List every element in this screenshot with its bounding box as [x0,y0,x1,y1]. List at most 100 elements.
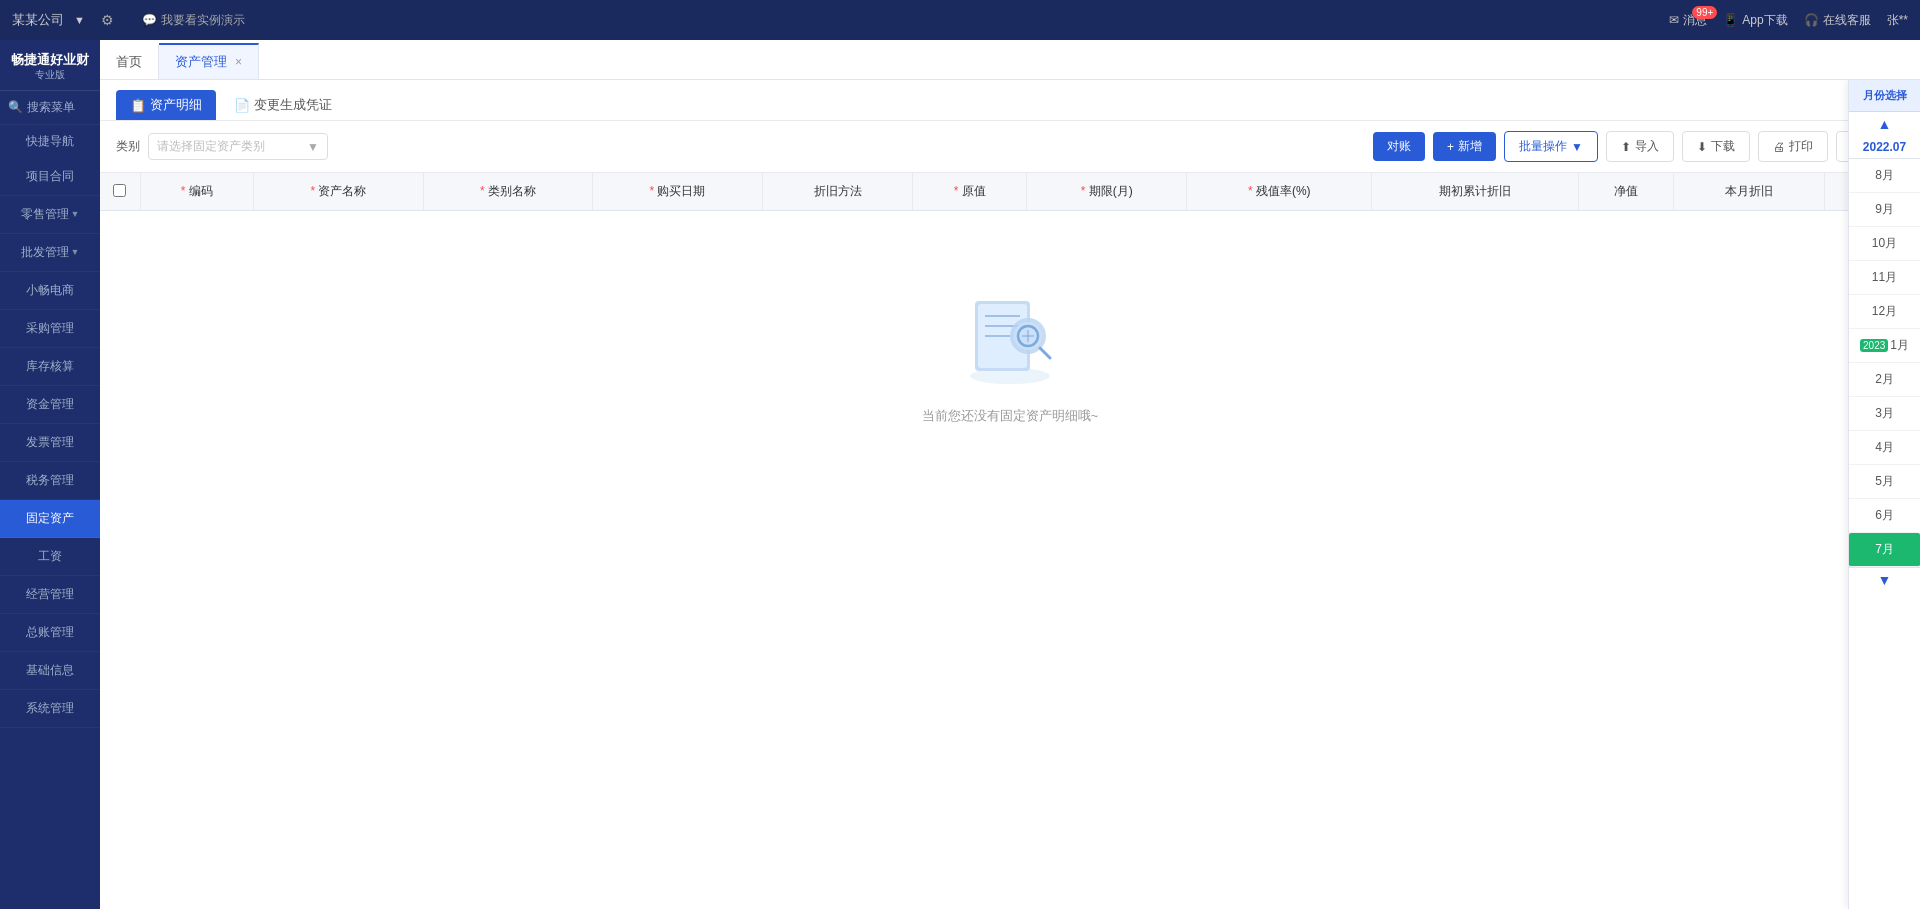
current-year-display: 2022.07 [1849,136,1920,159]
sub-tab-bar: 📋 资产明细 📄 变更生成凭证 [100,80,1920,121]
add-icon: + [1447,140,1454,154]
sidebar-item-basic[interactable]: 基础信息 [0,652,100,690]
sidebar-item-inventory[interactable]: 库存核算 [0,348,100,386]
sidebar-item-label-retail: 零售管理 [21,206,69,223]
sub-tab-voucher-icon: 📄 [234,98,250,113]
quick-nav-button[interactable]: 快捷导航 [0,125,100,158]
sidebar-item-label-operations: 经营管理 [26,586,74,603]
main-layout: 畅捷通好业财 专业版 🔍 搜索菜单 快捷导航 项目合同零售管理▼批发管理▼小畅电… [0,40,1920,909]
print-button[interactable]: 🖨 打印 [1758,131,1828,162]
select-all-checkbox[interactable] [113,184,126,197]
empty-illustration [950,271,1070,391]
top-bar-right: ✉ 消息 99+ 📱 App下载 🎧 在线客服 张** [1669,12,1908,29]
sidebar-item-wholesale[interactable]: 批发管理▼ [0,234,100,272]
import-label: 导入 [1635,138,1659,155]
sidebar-item-tax[interactable]: 税务管理 [0,462,100,500]
asset-table: * 编码 * 资产名称 * 类别名称 * 购买日期 折旧方法 * 原值 * 期限… [100,173,1920,211]
month-item-8[interactable]: 8月 [1849,159,1920,193]
company-dropdown-icon[interactable]: ▼ [74,14,85,26]
sidebar-item-label-system: 系统管理 [26,700,74,717]
col-depreciation-method: 折旧方法 [762,173,913,211]
month-item-4[interactable]: 4月 [1849,431,1920,465]
toolbar-right: 对账 + 新增 批量操作 ▼ ⬆ 导入 ⬇ 下载 [1373,131,1904,162]
tab-label: 资产管理 [175,53,227,71]
sub-tab-voucher-label: 变更生成凭证 [254,96,332,114]
category-label: 类别 [116,138,140,155]
service-label: 在线客服 [1823,12,1871,29]
demo-link[interactable]: 💬 我要看实例演示 [142,12,245,29]
batch-operation-button[interactable]: 批量操作 ▼ [1504,131,1598,162]
col-period: * 期限(月) [1027,173,1187,211]
tab-close-icon[interactable]: × [235,55,242,69]
category-select[interactable]: 请选择固定资产类别 ▼ [148,133,328,160]
import-button[interactable]: ⬆ 导入 [1606,131,1674,162]
demo-label: 我要看实例演示 [161,12,245,29]
month-item-10[interactable]: 10月 [1849,227,1920,261]
download-button[interactable]: ⬇ 下载 [1682,131,1750,162]
sidebar-item-project[interactable]: 项目合同 [0,158,100,196]
sidebar-item-finance[interactable]: 资金管理 [0,386,100,424]
month-item-12[interactable]: 12月 [1849,295,1920,329]
sidebar-item-label-ecommerce: 小畅电商 [26,282,74,299]
arrow-icon: ▼ [71,209,80,219]
col-category: * 类别名称 [423,173,592,211]
content-area: 首页 资产管理 × 📋 资产明细 📄 变更生成凭证 [100,40,1920,909]
month-item-5[interactable]: 5月 [1849,465,1920,499]
print-icon: 🖨 [1773,140,1785,154]
sidebar-item-salary[interactable]: 工资 [0,538,100,576]
sidebar-item-system[interactable]: 系统管理 [0,690,100,728]
col-accumulated: 期初累计折旧 [1372,173,1579,211]
month-item-6[interactable]: 6月 [1849,499,1920,533]
month-item-2[interactable]: 2月 [1849,363,1920,397]
sidebar-item-label-purchase: 采购管理 [26,320,74,337]
toolbar-left: 类别 请选择固定资产类别 ▼ [116,133,328,160]
add-button[interactable]: + 新增 [1433,132,1496,161]
sub-tab-voucher[interactable]: 📄 变更生成凭证 [220,90,346,120]
month-nav-down-button[interactable]: ▼ [1878,572,1892,588]
app-edition: 专业版 [8,68,92,82]
sidebar-item-purchase[interactable]: 采购管理 [0,310,100,348]
month-nav-up: ▲ [1849,112,1920,136]
sidebar: 畅捷通好业财 专业版 🔍 搜索菜单 快捷导航 项目合同零售管理▼批发管理▼小畅电… [0,40,100,909]
sidebar-item-ledger[interactable]: 总账管理 [0,614,100,652]
tab-asset-management[interactable]: 资产管理 × [159,43,259,79]
month-nav-up-button[interactable]: ▲ [1878,116,1892,132]
import-icon: ⬆ [1621,140,1631,154]
sidebar-item-label-basic: 基础信息 [26,662,74,679]
sidebar-brand: 畅捷通好业财 专业版 [0,40,100,91]
sub-tab-detail-label: 资产明细 [150,96,202,114]
month-selector-header: 月份选择 [1849,80,1920,112]
batch-label: 批量操作 [1519,138,1567,155]
sidebar-item-operations[interactable]: 经营管理 [0,576,100,614]
arrow-icon: ▼ [71,247,80,257]
sidebar-item-ecommerce[interactable]: 小畅电商 [0,272,100,310]
search-icon: 🔍 [8,100,23,114]
month-item-1[interactable]: 20231月 [1849,329,1920,363]
empty-state: 当前您还没有固定资产明细哦~ [100,211,1920,465]
batch-arrow-icon: ▼ [1571,140,1583,154]
month-item-3[interactable]: 3月 [1849,397,1920,431]
sidebar-item-fixed_assets[interactable]: 固定资产 [0,500,100,538]
sidebar-item-invoice[interactable]: 发票管理 [0,424,100,462]
month-item-9[interactable]: 9月 [1849,193,1920,227]
month-selector: 月份选择 ▲ 2022.07 8月9月10月11月12月20231月2月3月4月… [1848,80,1920,909]
download-label: 下载 [1711,138,1735,155]
sidebar-nav: 项目合同零售管理▼批发管理▼小畅电商采购管理库存核算资金管理发票管理税务管理固定… [0,158,100,728]
search-menu-button[interactable]: 🔍 搜索菜单 [0,91,100,125]
service-button[interactable]: 🎧 在线客服 [1804,12,1871,29]
message-button[interactable]: ✉ 消息 99+ [1669,12,1707,29]
sub-tab-detail[interactable]: 📋 资产明细 [116,90,216,120]
month-item-7[interactable]: 7月 [1849,533,1920,567]
sidebar-item-label-invoice: 发票管理 [26,434,74,451]
settings-icon[interactable]: ⚙ [101,12,114,28]
month-list: 8月9月10月11月12月20231月2月3月4月5月6月7月 [1849,159,1920,567]
top-bar: 某某公司 ▼ ⚙ 💬 我要看实例演示 ✉ 消息 99+ 📱 App下载 🎧 在线… [0,0,1920,40]
sidebar-item-retail[interactable]: 零售管理▼ [0,196,100,234]
service-icon: 🎧 [1804,13,1819,27]
month-item-11[interactable]: 11月 [1849,261,1920,295]
reconcile-button[interactable]: 对账 [1373,132,1425,161]
tab-home[interactable]: 首页 [100,45,159,79]
table-wrapper: * 编码 * 资产名称 * 类别名称 * 购买日期 折旧方法 * 原值 * 期限… [100,173,1920,909]
empty-text: 当前您还没有固定资产明细哦~ [922,407,1099,425]
app-download-button[interactable]: 📱 App下载 [1723,12,1787,29]
